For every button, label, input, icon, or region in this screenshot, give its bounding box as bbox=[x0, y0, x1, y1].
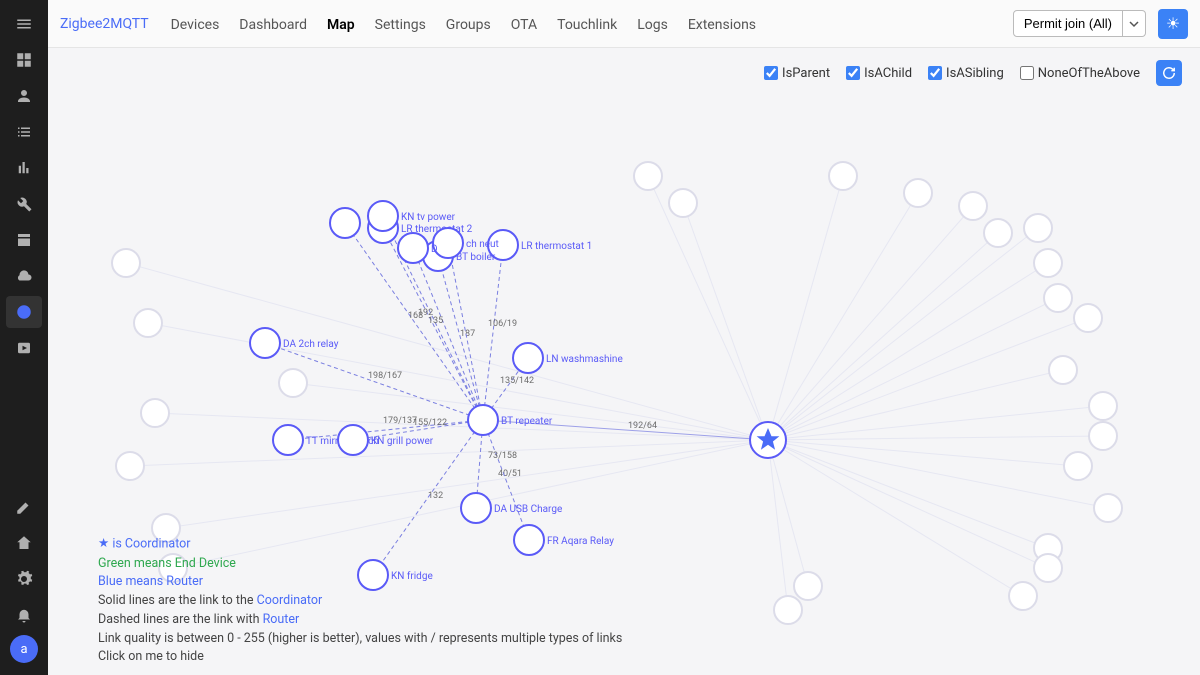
tab-dashboard[interactable]: Dashboard bbox=[229, 11, 317, 39]
tab-logs[interactable]: Logs bbox=[627, 11, 678, 39]
wrench-icon[interactable] bbox=[6, 188, 42, 220]
node-da-2ch[interactable] bbox=[250, 328, 280, 358]
topbar: Zigbee2MQTT DevicesDashboardMapSettingsG… bbox=[48, 0, 1200, 48]
gear-icon[interactable] bbox=[6, 563, 42, 595]
tab-extensions[interactable]: Extensions bbox=[678, 11, 766, 39]
left-sidebar: a bbox=[0, 0, 48, 675]
dashboard-icon[interactable] bbox=[6, 44, 42, 76]
list-icon[interactable] bbox=[6, 116, 42, 148]
svg-text:DA 2ch relay: DA 2ch relay bbox=[283, 339, 339, 350]
svg-text:179/137: 179/137 bbox=[383, 416, 417, 426]
svg-text:LR thermostat 1: LR thermostat 1 bbox=[521, 241, 592, 252]
store-icon[interactable] bbox=[6, 224, 42, 256]
edit-icon[interactable] bbox=[6, 491, 42, 523]
home-icon[interactable] bbox=[6, 527, 42, 559]
avatar[interactable]: a bbox=[10, 635, 38, 663]
node-bt-repeater[interactable] bbox=[468, 405, 498, 435]
svg-text:BT repeater: BT repeater bbox=[501, 416, 553, 427]
svg-text:LN washmashine: LN washmashine bbox=[546, 354, 623, 365]
cloud-icon[interactable] bbox=[6, 260, 42, 292]
tab-settings[interactable]: Settings bbox=[365, 11, 436, 39]
svg-text:D: D bbox=[431, 244, 438, 255]
svg-text:106/19: 106/19 bbox=[488, 319, 517, 329]
svg-text:BT boiler: BT boiler bbox=[456, 252, 496, 263]
svg-text:132: 132 bbox=[428, 491, 443, 501]
svg-text:198/167: 198/167 bbox=[368, 371, 402, 381]
svg-text:73/158: 73/158 bbox=[488, 451, 517, 461]
media-icon[interactable] bbox=[6, 332, 42, 364]
svg-text:192/64: 192/64 bbox=[628, 421, 657, 431]
svg-text:KN tv power: KN tv power bbox=[401, 212, 456, 223]
svg-text:40/51: 40/51 bbox=[498, 469, 522, 479]
theme-toggle[interactable]: ☀ bbox=[1158, 9, 1188, 39]
zigbee-icon[interactable] bbox=[6, 296, 42, 328]
svg-text:135/142: 135/142 bbox=[500, 376, 534, 386]
map-legend[interactable]: ★ is Coordinator Green means End Device … bbox=[98, 535, 622, 667]
chart-icon[interactable] bbox=[6, 152, 42, 184]
svg-text:135: 135 bbox=[428, 316, 443, 326]
svg-text:DA USB Charge: DA USB Charge bbox=[494, 504, 562, 515]
node-da-usb[interactable] bbox=[461, 493, 491, 523]
tab-devices[interactable]: Devices bbox=[161, 11, 230, 39]
node-d-node[interactable] bbox=[398, 233, 428, 263]
svg-text:KN grill power: KN grill power bbox=[371, 436, 434, 447]
tab-map[interactable]: Map bbox=[317, 11, 365, 39]
svg-text:187: 187 bbox=[460, 329, 475, 339]
bell-icon[interactable] bbox=[6, 599, 42, 631]
user-icon[interactable] bbox=[6, 80, 42, 112]
tab-ota[interactable]: OTA bbox=[501, 11, 547, 39]
tab-groups[interactable]: Groups bbox=[436, 11, 501, 39]
brand[interactable]: Zigbee2MQTT bbox=[60, 16, 149, 32]
node-kn-grill[interactable] bbox=[338, 425, 368, 455]
node-ln-wash[interactable] bbox=[513, 343, 543, 373]
node-n1[interactable] bbox=[330, 208, 360, 238]
svg-text:155/122: 155/122 bbox=[413, 418, 447, 428]
svg-text:ch neut: ch neut bbox=[466, 239, 499, 250]
permit-join-dropdown[interactable] bbox=[1123, 10, 1146, 37]
menu-icon[interactable] bbox=[6, 8, 42, 40]
node-kn-tv[interactable] bbox=[368, 201, 398, 231]
permit-join-button[interactable]: Permit join (All) bbox=[1013, 10, 1123, 37]
tab-touchlink[interactable]: Touchlink bbox=[547, 11, 627, 39]
node-tt-mirror[interactable] bbox=[273, 425, 303, 455]
